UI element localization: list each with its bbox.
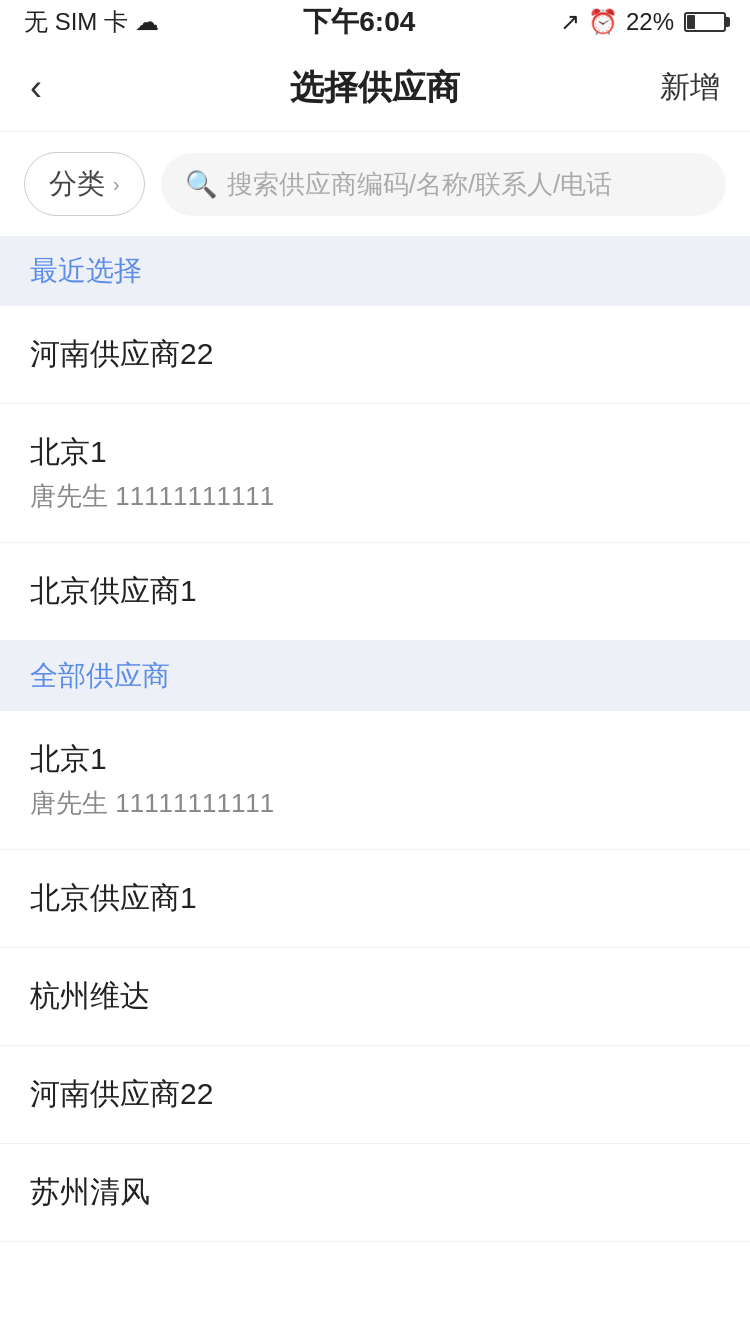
recent-list: 河南供应商22 北京1 唐先生 11111111111 北京供应商1 — [0, 306, 750, 641]
all-list-item[interactable]: 河南供应商22 — [0, 1046, 750, 1144]
supplier-sub: 唐先生 11111111111 — [30, 786, 720, 821]
chevron-right-icon: › — [113, 173, 120, 196]
all-list: 北京1 唐先生 11111111111 北京供应商1 杭州维达河南供应商22 苏州清风 — [0, 711, 750, 1242]
supplier-name: 河南供应商22 — [30, 334, 720, 375]
supplier-name: 北京1 — [30, 432, 720, 473]
all-section-header: 全部供应商 — [0, 641, 750, 711]
add-button[interactable]: 新增 — [660, 67, 720, 108]
recent-list-item[interactable]: 北京供应商1 — [0, 543, 750, 641]
all-list-item[interactable]: 苏州清风 — [0, 1144, 750, 1242]
status-bar: 无 SIM 卡 ☁ 下午6:04 ↗ ⏰ 22% — [0, 0, 750, 44]
supplier-sub: 唐先生 11111111111 — [30, 479, 720, 514]
nav-bar: ‹ 选择供应商 新增 — [0, 44, 750, 132]
page-title: 选择供应商 — [290, 65, 460, 111]
recent-list-item[interactable]: 北京1 唐先生 11111111111 — [0, 404, 750, 543]
search-input[interactable]: 🔍 搜索供应商编码/名称/联系人/电话 — [161, 153, 726, 216]
search-placeholder: 搜索供应商编码/名称/联系人/电话 — [227, 167, 613, 202]
battery-percent: 22% — [626, 8, 674, 36]
sim-label: 无 SIM 卡 ☁ — [24, 6, 159, 38]
all-list-item[interactable]: 北京1 唐先生 11111111111 — [0, 711, 750, 850]
search-area: 分类 › 🔍 搜索供应商编码/名称/联系人/电话 — [0, 132, 750, 236]
recent-list-item[interactable]: 河南供应商22 — [0, 306, 750, 404]
status-left: 无 SIM 卡 ☁ — [24, 6, 159, 38]
supplier-name: 北京供应商1 — [30, 878, 720, 919]
supplier-name: 苏州清风 — [30, 1172, 720, 1213]
search-icon: 🔍 — [185, 169, 217, 200]
supplier-name: 河南供应商22 — [30, 1074, 720, 1115]
supplier-name: 北京1 — [30, 739, 720, 780]
recent-section-header: 最近选择 — [0, 236, 750, 306]
all-list-item[interactable]: 杭州维达 — [0, 948, 750, 1046]
location-icon: ↗ — [560, 8, 580, 36]
battery-fill — [687, 15, 695, 29]
battery-bar — [684, 12, 726, 32]
back-button[interactable]: ‹ — [30, 67, 90, 109]
all-list-item[interactable]: 北京供应商1 — [0, 850, 750, 948]
category-button[interactable]: 分类 › — [24, 152, 145, 216]
supplier-name: 北京供应商1 — [30, 571, 720, 612]
status-time: 下午6:04 — [303, 3, 415, 41]
alarm-icon: ⏰ — [588, 8, 618, 36]
supplier-name: 杭州维达 — [30, 976, 720, 1017]
category-label: 分类 — [49, 165, 105, 203]
status-right: ↗ ⏰ 22% — [560, 8, 726, 36]
